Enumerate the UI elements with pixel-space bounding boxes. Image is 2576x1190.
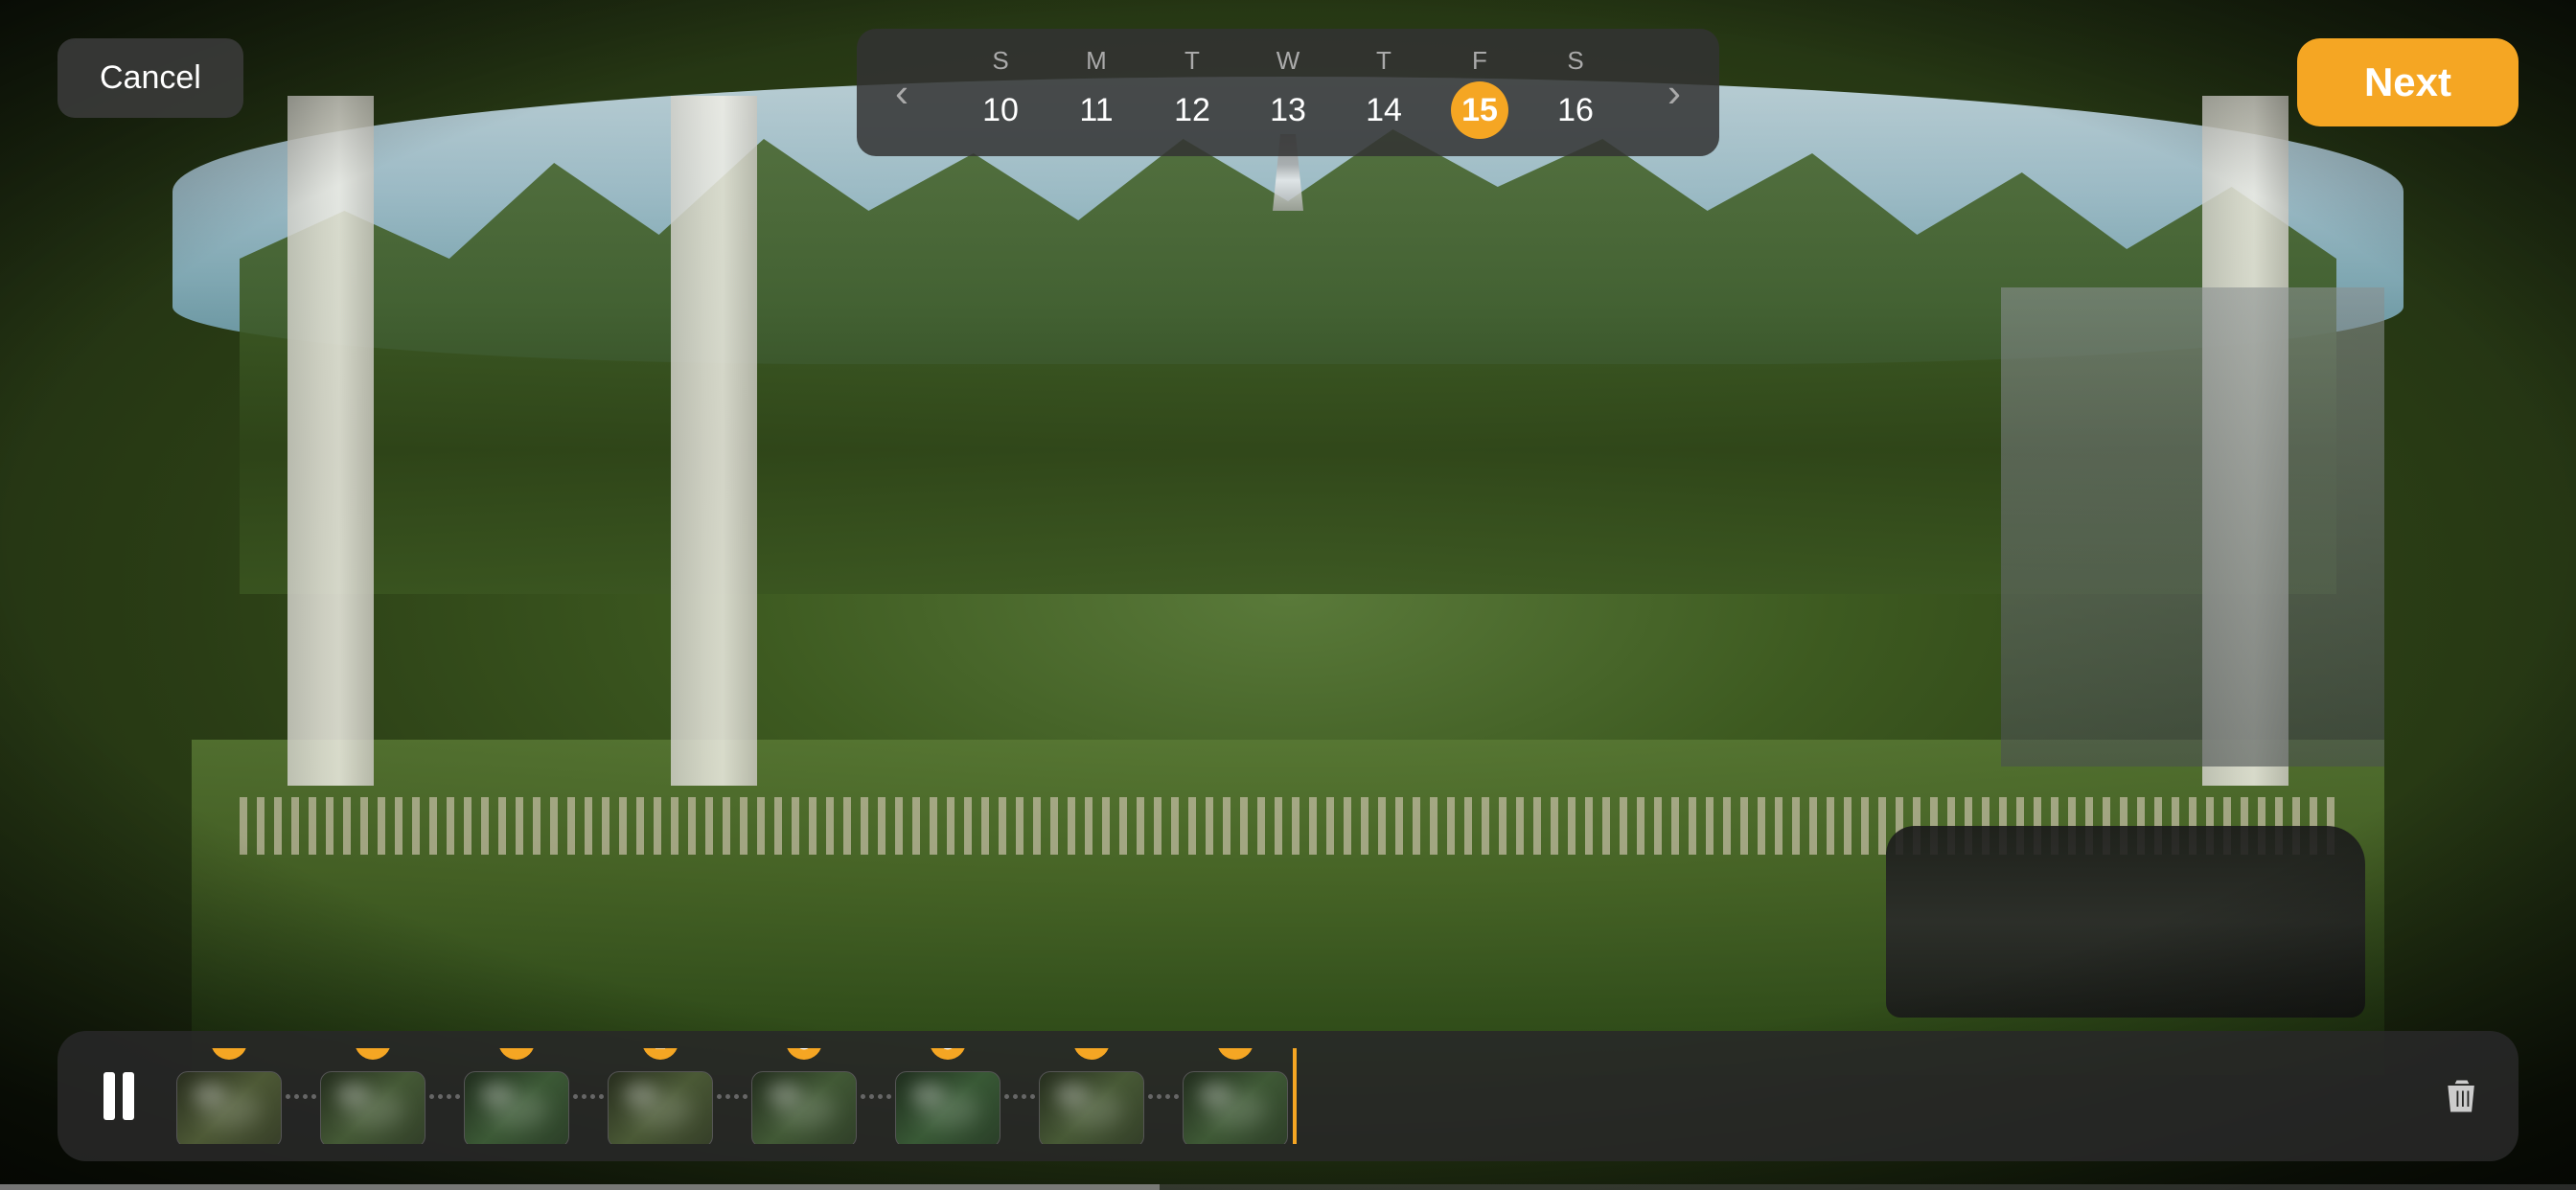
thumb-image	[320, 1071, 426, 1144]
calendar-next-button[interactable]: ›	[1658, 73, 1690, 113]
cal-day-letter: W	[1276, 46, 1300, 76]
pause-bar-left	[104, 1072, 115, 1120]
progress-bar-fill	[0, 1184, 1160, 1190]
calendar-days: S 10 M 11 T 12 W 13 T 14 F 15 S 16	[967, 46, 1609, 139]
timeline-separator	[1144, 1094, 1183, 1098]
calendar-day-12[interactable]: T 12	[1159, 46, 1226, 139]
cal-day-number: 14	[1355, 81, 1413, 139]
cal-day-letter: S	[992, 46, 1008, 76]
event-icon-car	[1217, 1048, 1254, 1060]
event-icon-person-car	[642, 1048, 678, 1060]
camera-view	[0, 0, 2576, 1190]
timeline-playhead	[1293, 1048, 1297, 1144]
event-icon-car	[1073, 1048, 1110, 1060]
timeline-separator	[857, 1094, 895, 1098]
pause-button[interactable]	[80, 1058, 157, 1134]
event-icon-car	[498, 1048, 535, 1060]
calendar-day-13[interactable]: W 13	[1254, 46, 1322, 139]
delete-button[interactable]	[2428, 1063, 2496, 1130]
pause-bar-right	[123, 1072, 134, 1120]
cal-day-letter: S	[1567, 46, 1583, 76]
calendar-prev-button[interactable]: ‹	[886, 73, 918, 113]
timeline-separator	[713, 1094, 751, 1098]
thumb-image	[1039, 1071, 1144, 1144]
thumb-image	[751, 1071, 857, 1144]
cal-day-number: 12	[1163, 81, 1221, 139]
cancel-button[interactable]: Cancel	[58, 38, 243, 118]
progress-bar-container[interactable]	[0, 1184, 2576, 1190]
timeline-separator	[569, 1094, 608, 1098]
cal-day-letter: F	[1472, 46, 1487, 76]
timeline-thumb-5[interactable]	[895, 1048, 1000, 1144]
timeline-thumb-4[interactable]	[751, 1048, 857, 1144]
cal-day-letter: T	[1376, 46, 1392, 76]
timeline-separator	[426, 1094, 464, 1098]
thumb-image	[176, 1071, 282, 1144]
calendar-day-11[interactable]: M 11	[1063, 46, 1130, 139]
playback-bar	[58, 1031, 2518, 1161]
timeline-thumb-1[interactable]	[320, 1048, 426, 1144]
thumb-image	[464, 1071, 569, 1144]
thumb-image	[1183, 1071, 1288, 1144]
cal-day-number: 15	[1451, 81, 1508, 139]
cal-day-number: 13	[1259, 81, 1317, 139]
thumb-image	[895, 1071, 1000, 1144]
timeline-separator	[1000, 1094, 1039, 1098]
cal-day-letter: M	[1086, 46, 1107, 76]
porch-column-center	[671, 96, 757, 786]
event-icon-motion	[930, 1048, 966, 1060]
timeline-thumb-2[interactable]	[464, 1048, 569, 1144]
porch-column-left	[288, 96, 374, 786]
event-icon-car	[211, 1048, 247, 1060]
event-icon-car	[355, 1048, 391, 1060]
cal-day-number: 10	[972, 81, 1029, 139]
timeline-thumb-0[interactable]	[176, 1048, 282, 1144]
event-icon-motion	[786, 1048, 822, 1060]
cal-day-number: 11	[1068, 81, 1125, 139]
timeline[interactable]	[176, 1048, 2409, 1144]
car-silhouette	[1886, 826, 2365, 1018]
timeline-separator	[282, 1094, 320, 1098]
trash-icon	[2441, 1075, 2483, 1117]
driveway-area	[2001, 287, 2384, 767]
next-button[interactable]: Next	[2297, 38, 2518, 126]
cal-day-letter: T	[1184, 46, 1200, 76]
timeline-thumb-6[interactable]	[1039, 1048, 1144, 1144]
thumb-image	[608, 1071, 713, 1144]
calendar-day-14[interactable]: T 14	[1350, 46, 1417, 139]
calendar-day-16[interactable]: S 16	[1542, 46, 1609, 139]
pause-icon	[104, 1072, 134, 1120]
calendar-bar: ‹ S 10 M 11 T 12 W 13 T 14 F 15 S 16 ›	[857, 29, 1719, 156]
cal-day-number: 16	[1547, 81, 1604, 139]
timeline-thumb-3[interactable]	[608, 1048, 713, 1144]
calendar-day-10[interactable]: S 10	[967, 46, 1034, 139]
timeline-thumb-7[interactable]	[1183, 1048, 1288, 1144]
calendar-day-15[interactable]: F 15	[1446, 46, 1513, 139]
